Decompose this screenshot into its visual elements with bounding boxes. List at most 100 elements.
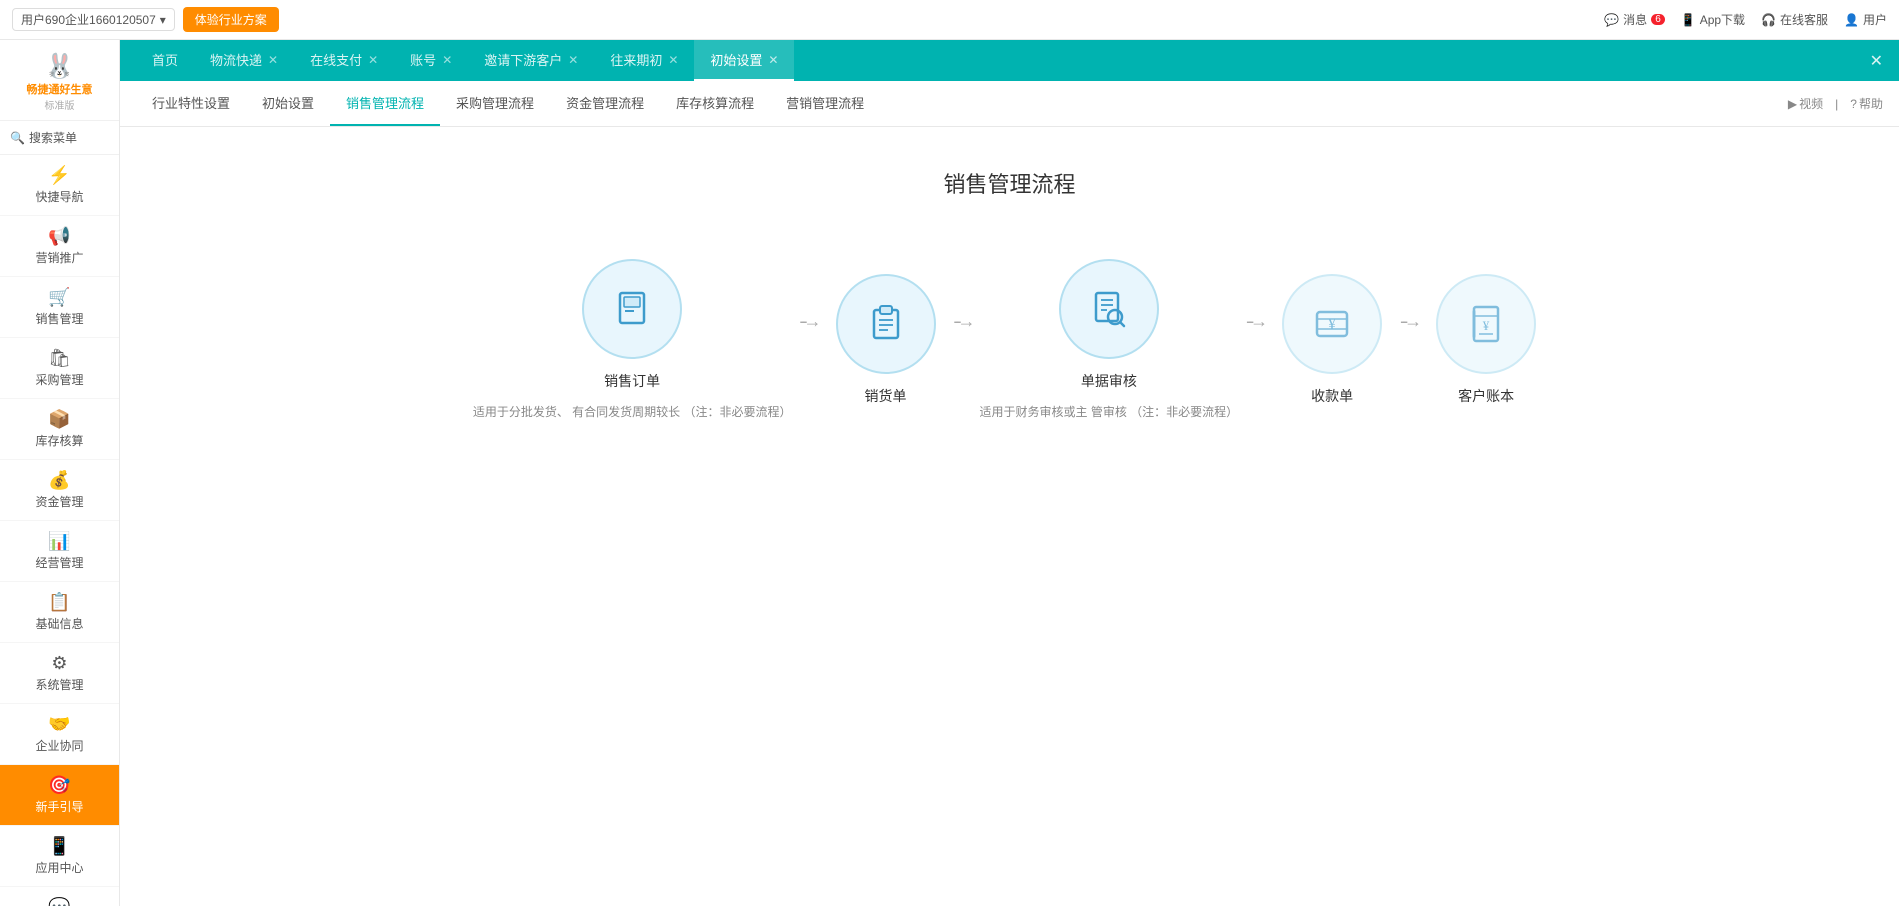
flow-arrow-0: ‑‑→ [800,307,818,373]
user-avatar-item[interactable]: 👤 用户 [1844,11,1887,28]
dropdown-icon: ▾ [160,13,166,27]
sales-label: 销售管理 [35,310,83,327]
sidebar-item-operation[interactable]: 📊 经营管理 [0,521,119,582]
finance-label: 资金管理 [35,493,83,510]
nav-tab-label-payment: 在线支付 [310,50,362,69]
top-bar: 用户690企业1660120507 ▾ 体验行业方案 💬 消息 6 📱 App下… [0,0,1899,40]
flow-circle-customer-ledger[interactable]: ¥ [1436,274,1536,374]
user-selector[interactable]: 用户690企业1660120507 ▾ [12,8,175,31]
sales-icon: 🛒 [48,287,70,308]
sidebar-item-finance[interactable]: 💰 资金管理 [0,460,119,521]
flow-node-sales-order: 销售订单适用于分批发货、 有合同发货周期较长 （注：非必要流程） [473,259,792,421]
headset-icon: 🎧 [1761,13,1776,27]
message-badge: 6 [1651,14,1665,25]
nav-tab-label-logistics: 物流快递 [210,50,262,69]
nav-tab-invite[interactable]: 邀请下游客户 ✕ [468,40,594,81]
nav-close-all-button[interactable]: ✕ [1870,51,1883,71]
sidebar-item-basic[interactable]: 📋 基础信息 [0,582,119,643]
sidebar-item-enterprise[interactable]: 🤝 企业协同 [0,704,119,765]
avatar-icon: 👤 [1844,13,1859,27]
sidebar-item-newbie[interactable]: 🎯 新手引导 [0,765,119,826]
svg-text:¥: ¥ [1483,318,1490,333]
app-download-item[interactable]: 📱 App下载 [1681,11,1745,28]
enterprise-wechat-icon: 💬 [48,897,70,906]
flow-node-desc-doc-audit: 适用于财务审核或主 管审核 （注：非必要流程） [980,403,1239,421]
nav-tab-payment[interactable]: 在线支付 ✕ [294,40,394,81]
sidebar-item-sales[interactable]: 🛒 销售管理 [0,277,119,338]
flow-circle-delivery-note[interactable] [836,274,936,374]
finance-icon: 💰 [48,470,70,491]
online-service-label: 在线客服 [1780,11,1828,28]
sub-tab-industry[interactable]: 行业特性设置 [136,81,246,126]
nav-tab-label-home: 首页 [152,50,178,69]
sidebar-item-purchase[interactable]: 🛍 采购管理 [0,338,119,399]
message-label: 消息 [1623,11,1647,28]
nav-tab-period-init[interactable]: 往来期初 ✕ [594,40,694,81]
logo-sub: 标准版 [45,97,75,112]
nav-tab-label-invite: 邀请下游客户 [484,50,562,69]
sub-tab-purchase-flow[interactable]: 采购管理流程 [440,81,550,126]
search-label: 搜索菜单 [29,129,77,146]
flow-node-desc-sales-order: 适用于分批发货、 有合同发货周期较长 （注：非必要流程） [473,403,792,421]
search-icon: 🔍 [10,131,25,145]
sidebar-logo: 🐰 畅捷通好生意 标准版 [0,40,119,121]
flow-title: 销售管理流程 [180,167,1839,199]
nav-tab-home[interactable]: 首页 [136,40,194,81]
nav-tabs: 首页物流快递✕在线支付✕账号✕邀请下游客户✕往来期初✕初始设置✕✕ [120,40,1899,81]
marketing-label: 营销推广 [35,249,83,266]
operation-label: 经营管理 [35,554,83,571]
video-action[interactable]: ▶ 视频 [1788,95,1823,112]
sidebar-item-enterprise-wechat[interactable]: 💬 企业微信 [0,887,119,906]
sub-tab-sales-flow[interactable]: 销售管理流程 [330,81,440,126]
help-action[interactable]: ? 帮助 [1850,95,1883,112]
trial-button[interactable]: 体验行业方案 [183,7,279,32]
flow-circle-receipt[interactable]: ¥ [1282,274,1382,374]
basic-icon: 📋 [48,592,70,613]
action-separator: | [1835,95,1838,112]
nav-tab-close-account[interactable]: ✕ [442,53,452,67]
app-download-label: App下载 [1700,11,1745,28]
nav-tab-close-invite[interactable]: ✕ [568,53,578,67]
enterprise-label: 企业协同 [35,737,83,754]
flow-node-receipt: ¥ 收款单 [1272,274,1392,406]
logo-text: 畅捷通好生意 [27,81,93,97]
top-bar-left: 用户690企业1660120507 ▾ 体验行业方案 [12,7,279,32]
purchase-label: 采购管理 [35,371,83,388]
nav-tab-label-period-init: 往来期初 [610,50,662,69]
nav-tab-close-init-setup[interactable]: ✕ [768,53,778,67]
flow-content: 销售管理流程 销售订单适用于分批发货、 有合同发货周期较长 （注：非必要流程）‑… [120,127,1899,461]
nav-tab-account[interactable]: 账号✕ [394,40,468,81]
nav-tab-close-payment[interactable]: ✕ [368,53,378,67]
sidebar-item-marketing[interactable]: 📢 营销推广 [0,216,119,277]
nav-tab-init-setup[interactable]: 初始设置✕ [694,40,794,81]
system-icon: ⚙ [51,653,67,674]
flow-diagram: 销售订单适用于分批发货、 有合同发货周期较长 （注：非必要流程）‑‑→ 销货单‑… [180,259,1839,421]
sidebar-search[interactable]: 🔍 搜索菜单 [0,121,119,155]
nav-tab-logistics[interactable]: 物流快递 ✕ [194,40,294,81]
sub-tab-marketing-flow[interactable]: 营销管理流程 [770,81,880,126]
video-icon: ▶ [1788,97,1797,111]
sidebar-item-inventory[interactable]: 📦 库存核算 [0,399,119,460]
flow-node-title-doc-audit: 单据审核 [1081,371,1137,391]
newbie-icon: 🎯 [48,775,70,796]
main-layout: 🐰 畅捷通好生意 标准版 🔍 搜索菜单 ⚡ 快捷导航 📢 营销推广 🛒 销售管理… [0,40,1899,906]
basic-label: 基础信息 [35,615,83,632]
flow-node-title-sales-order: 销售订单 [604,371,660,391]
flow-circle-sales-order[interactable] [582,259,682,359]
sidebar-item-system[interactable]: ⚙ 系统管理 [0,643,119,704]
flow-circle-doc-audit[interactable] [1059,259,1159,359]
sub-tab-init[interactable]: 初始设置 [246,81,330,126]
nav-tab-close-period-init[interactable]: ✕ [668,53,678,67]
nav-tab-close-logistics[interactable]: ✕ [268,53,278,67]
sidebar-item-quick-nav[interactable]: ⚡ 快捷导航 [0,155,119,216]
sub-tab-inventory-flow[interactable]: 库存核算流程 [660,81,770,126]
top-bar-right: 💬 消息 6 📱 App下载 🎧 在线客服 👤 用户 [1604,11,1887,28]
sub-tab-capital-flow[interactable]: 资金管理流程 [550,81,660,126]
message-item[interactable]: 💬 消息 6 [1604,11,1665,28]
sidebar-item-app-center[interactable]: 📱 应用中心 [0,826,119,887]
user-selector-label: 用户690企业1660120507 [21,11,156,28]
quick-nav-icon: ⚡ [48,165,70,186]
online-service-item[interactable]: 🎧 在线客服 [1761,11,1828,28]
enterprise-icon: 🤝 [48,714,70,735]
flow-node-title-customer-ledger: 客户账本 [1458,386,1514,406]
